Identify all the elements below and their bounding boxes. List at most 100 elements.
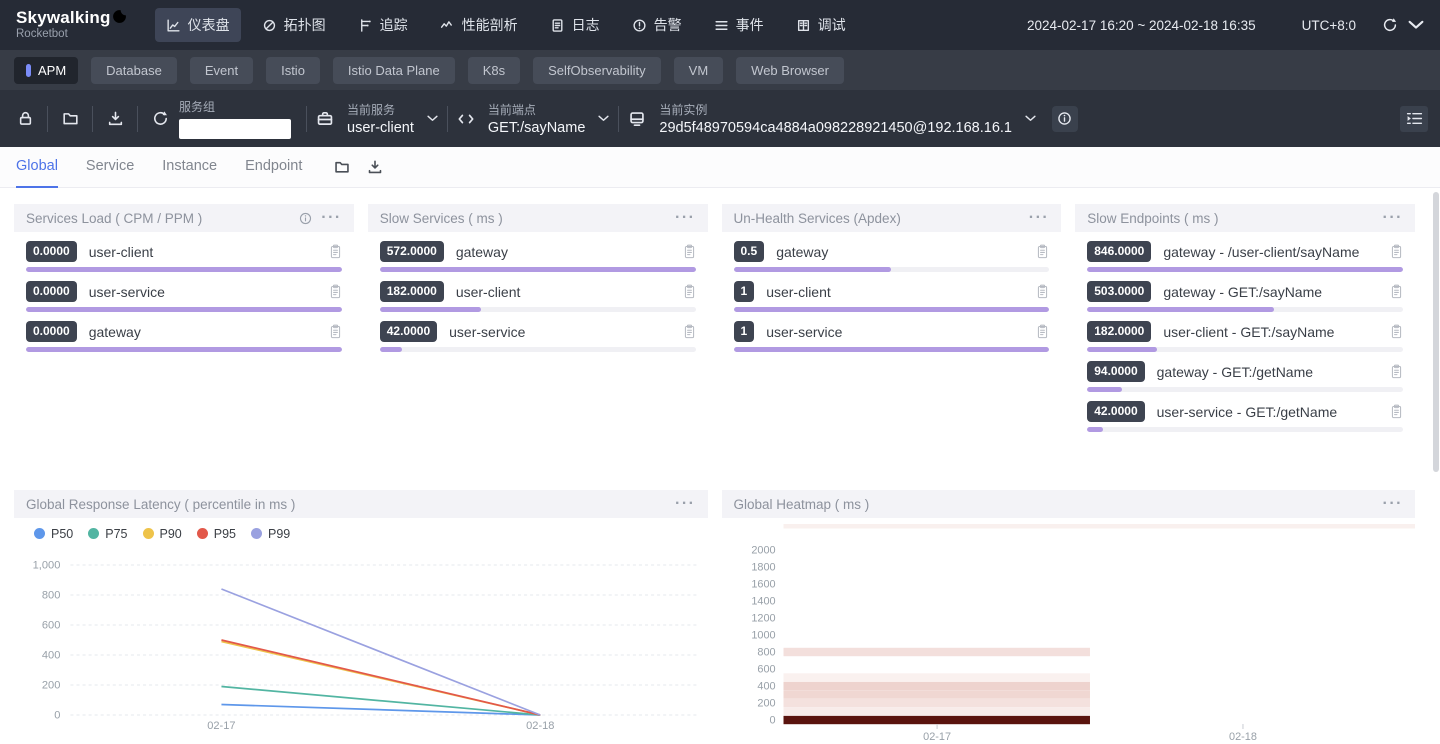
metric-row[interactable]: 572.0000gateway bbox=[368, 232, 708, 272]
scrollbar[interactable] bbox=[1433, 192, 1439, 741]
clipboard-icon[interactable] bbox=[1390, 324, 1403, 339]
metric-row[interactable]: 1user-client bbox=[722, 272, 1062, 312]
reload-button[interactable] bbox=[147, 110, 173, 127]
time-range-picker[interactable]: 2024-02-17 16:20 ~ 2024-02-18 16:35 bbox=[1027, 18, 1256, 33]
metric-row[interactable]: 42.0000user-service - GET:/getName bbox=[1075, 392, 1415, 432]
card-menu-ellipsis[interactable]: ··· bbox=[675, 499, 695, 509]
legend-item-p75[interactable]: P75 bbox=[88, 527, 127, 541]
metric-row[interactable]: 0.0000gateway bbox=[14, 312, 354, 352]
dashboard-tab-label: Database bbox=[106, 63, 162, 78]
menu-item-event[interactable]: 事件 bbox=[703, 8, 775, 42]
metric-row[interactable]: 503.0000gateway - GET:/sayName bbox=[1075, 272, 1415, 312]
tab-global[interactable]: Global bbox=[16, 147, 58, 188]
selector-current-service[interactable]: 当前服务user-client bbox=[316, 101, 438, 136]
metric-row[interactable]: 182.0000user-client bbox=[368, 272, 708, 312]
metric-row[interactable]: 846.0000gateway - /user-client/sayName bbox=[1075, 232, 1415, 272]
folder-button[interactable] bbox=[57, 110, 83, 127]
metric-row[interactable]: 94.0000gateway - GET:/getName bbox=[1075, 352, 1415, 392]
metric-value-badge: 1 bbox=[734, 281, 755, 302]
service-group-input[interactable] bbox=[179, 119, 291, 139]
chevron-down-icon[interactable] bbox=[1025, 115, 1036, 122]
dashboard-tab-label: Web Browser bbox=[751, 63, 829, 78]
debug-icon bbox=[796, 18, 811, 33]
legend-item-p90[interactable]: P90 bbox=[143, 527, 182, 541]
card-menu-ellipsis[interactable]: ··· bbox=[1383, 499, 1403, 509]
info-icon[interactable] bbox=[299, 212, 312, 225]
clipboard-icon[interactable] bbox=[683, 284, 696, 299]
metric-row[interactable]: 1user-service bbox=[722, 312, 1062, 352]
clipboard-icon[interactable] bbox=[1036, 244, 1049, 259]
metric-row[interactable]: 0.0000user-service bbox=[14, 272, 354, 312]
dashboard-tab-selfobservability[interactable]: SelfObservability bbox=[533, 57, 661, 84]
metric-value-badge: 42.0000 bbox=[1087, 401, 1144, 422]
download-icon[interactable] bbox=[367, 159, 383, 175]
card-menu-ellipsis[interactable]: ··· bbox=[675, 213, 695, 223]
info-button[interactable] bbox=[1052, 106, 1078, 132]
clipboard-icon[interactable] bbox=[1390, 404, 1403, 419]
folder-icon[interactable] bbox=[334, 159, 350, 175]
metric-value-badge: 0.0000 bbox=[26, 321, 77, 342]
export-button[interactable] bbox=[102, 110, 128, 127]
lock-button[interactable] bbox=[12, 110, 38, 127]
dashboard-tab-istio[interactable]: Istio bbox=[266, 57, 320, 84]
metric-row[interactable]: 42.0000user-service bbox=[368, 312, 708, 352]
legend-item-p50[interactable]: P50 bbox=[34, 527, 73, 541]
dashboard-tab-web-browser[interactable]: Web Browser bbox=[736, 57, 844, 84]
latency-line-chart: 02004006008001,00002-1702-18 bbox=[14, 539, 708, 735]
selector-label: 当前端点 bbox=[488, 101, 586, 118]
menu-item-trace[interactable]: 追踪 bbox=[347, 8, 419, 42]
dashboard-tab-vm[interactable]: VM bbox=[674, 57, 724, 84]
widget-panel-button[interactable] bbox=[1400, 106, 1428, 132]
timezone-selector[interactable]: UTC+8:0 bbox=[1302, 18, 1356, 33]
card-menu-ellipsis[interactable]: ··· bbox=[321, 213, 341, 223]
clipboard-icon[interactable] bbox=[1036, 324, 1049, 339]
scrollbar-thumb[interactable] bbox=[1433, 192, 1439, 472]
menu-item-alarm[interactable]: 告警 bbox=[621, 8, 693, 42]
dashboard-tab-label: Istio Data Plane bbox=[348, 63, 440, 78]
clipboard-icon[interactable] bbox=[329, 284, 342, 299]
selector-current-instance[interactable]: 当前实例29d5f48970594ca4884a098228921450@192… bbox=[628, 101, 1036, 136]
panel-list-icon bbox=[1406, 111, 1423, 126]
refresh-icon[interactable] bbox=[1382, 17, 1398, 33]
clipboard-icon[interactable] bbox=[329, 324, 342, 339]
legend-item-p99[interactable]: P99 bbox=[251, 527, 290, 541]
chevron-down-icon[interactable] bbox=[427, 115, 438, 122]
dashboard-tab-database[interactable]: Database bbox=[91, 57, 177, 84]
dashboard-tab-k8s[interactable]: K8s bbox=[468, 57, 520, 84]
menu-item-profile[interactable]: 性能剖析 bbox=[429, 8, 529, 42]
app-logo[interactable]: Skywalking Rocketbot bbox=[16, 9, 127, 41]
menu-item-log[interactable]: 日志 bbox=[539, 8, 611, 42]
menu-item-dashboard[interactable]: 仪表盘 bbox=[155, 8, 241, 42]
metric-label: user-client bbox=[89, 244, 317, 260]
service-group-label: 服务组 bbox=[179, 98, 291, 115]
profile-icon bbox=[440, 18, 455, 33]
clipboard-icon[interactable] bbox=[683, 244, 696, 259]
metric-row[interactable]: 0.5gateway bbox=[722, 232, 1062, 272]
metric-row[interactable]: 0.0000user-client bbox=[14, 232, 354, 272]
dashboard-tab-apm[interactable]: APM bbox=[14, 57, 78, 84]
clipboard-icon[interactable] bbox=[1390, 244, 1403, 259]
chevron-down-icon[interactable] bbox=[598, 115, 609, 122]
legend-item-p95[interactable]: P95 bbox=[197, 527, 236, 541]
clipboard-icon[interactable] bbox=[1036, 284, 1049, 299]
log-icon bbox=[550, 18, 565, 33]
charts-row: Global Response Latency ( percentile in … bbox=[14, 490, 1415, 744]
tab-instance[interactable]: Instance bbox=[162, 147, 217, 188]
clipboard-icon[interactable] bbox=[1390, 364, 1403, 379]
menu-item-debug[interactable]: 调试 bbox=[785, 8, 857, 42]
tab-endpoint[interactable]: Endpoint bbox=[245, 147, 302, 188]
dashboard-tab-istio-data-plane[interactable]: Istio Data Plane bbox=[333, 57, 455, 84]
menu-item-topology[interactable]: 拓扑图 bbox=[251, 8, 337, 42]
card-menu-ellipsis[interactable]: ··· bbox=[1383, 213, 1403, 223]
clipboard-icon[interactable] bbox=[683, 324, 696, 339]
chevron-down-icon[interactable] bbox=[1408, 17, 1424, 33]
metric-row[interactable]: 182.0000user-client - GET:/sayName bbox=[1075, 312, 1415, 352]
selector-current-endpoint[interactable]: 当前端点GET:/sayName bbox=[457, 101, 610, 136]
card-menu-ellipsis[interactable]: ··· bbox=[1029, 213, 1049, 223]
selector-label: 当前服务 bbox=[347, 101, 414, 118]
tab-service[interactable]: Service bbox=[86, 147, 134, 188]
clipboard-icon[interactable] bbox=[1390, 284, 1403, 299]
svg-text:600: 600 bbox=[757, 663, 775, 675]
dashboard-tab-event[interactable]: Event bbox=[190, 57, 253, 84]
clipboard-icon[interactable] bbox=[329, 244, 342, 259]
